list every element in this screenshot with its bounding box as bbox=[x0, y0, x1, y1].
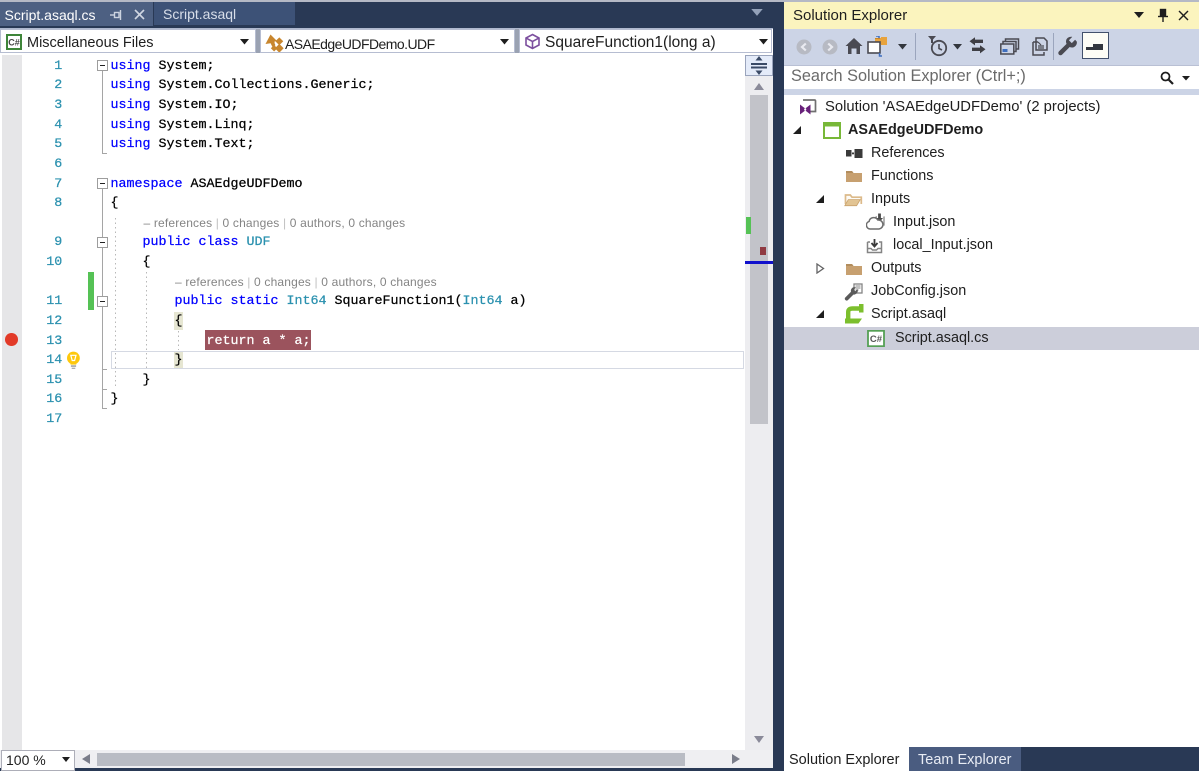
svg-text:C#: C# bbox=[8, 37, 20, 47]
svg-text:C#: C# bbox=[870, 334, 883, 345]
